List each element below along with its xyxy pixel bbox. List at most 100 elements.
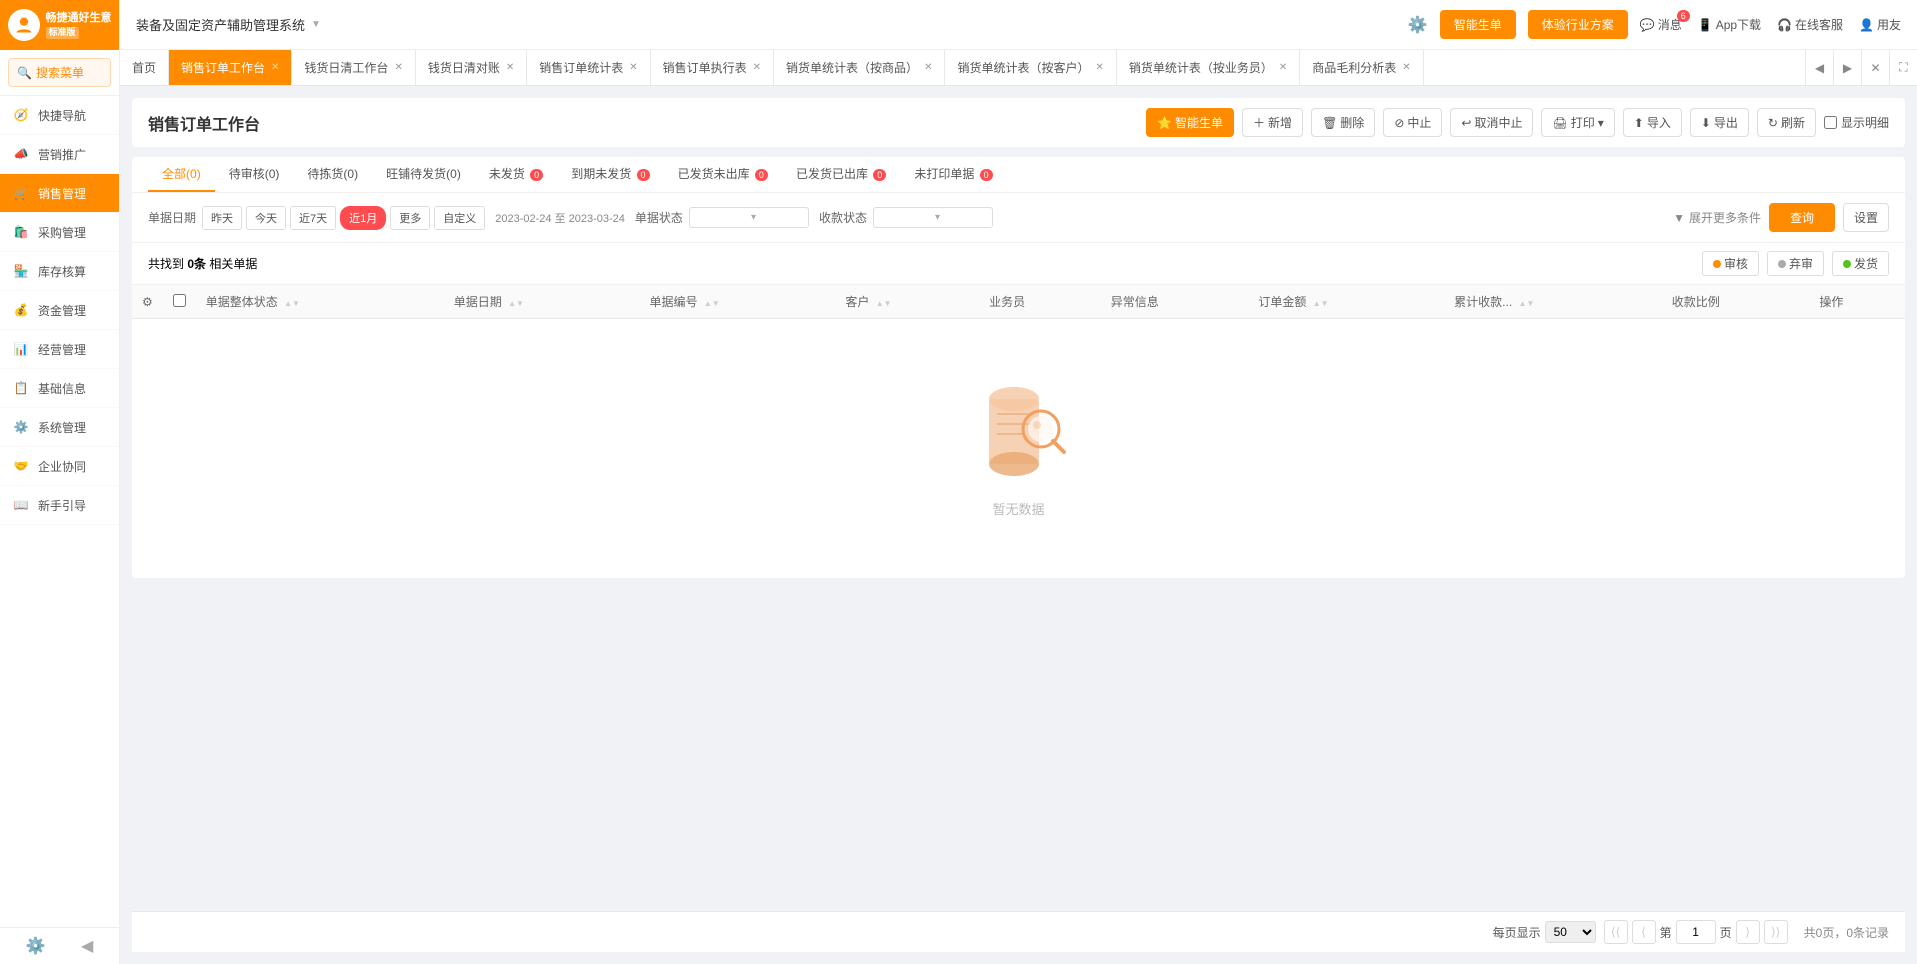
th-ratio[interactable]: 收款比例: [1662, 285, 1810, 319]
tab-close-icon[interactable]: ✕: [506, 62, 514, 73]
filter-tab-shipped-out[interactable]: 已发货已出库 0: [782, 157, 900, 192]
tab-cash-reconcile[interactable]: 钱货日清对账 ✕: [416, 50, 527, 86]
print-button[interactable]: 🖨 打印 ▾: [1541, 108, 1614, 137]
solution-button[interactable]: 智能生单: [1440, 10, 1516, 39]
date-yesterday-btn[interactable]: 昨天: [202, 206, 242, 230]
app-download-button[interactable]: 📱 App下载: [1698, 16, 1761, 33]
tab-scroll-left-button[interactable]: ◀: [1805, 50, 1833, 86]
show-detail-checkbox[interactable]: 显示明细: [1824, 114, 1889, 131]
refresh-button[interactable]: ↻ 刷新: [1757, 108, 1816, 137]
th-date[interactable]: 单据日期 ▲▼: [444, 285, 640, 319]
filter-tab-pending-pick[interactable]: 待拣货(0): [293, 157, 372, 192]
add-button[interactable]: ＋ 新增: [1242, 108, 1303, 137]
search-menu-label: 搜索菜单: [36, 64, 84, 81]
filter-tab-all[interactable]: 全部(0): [148, 157, 215, 192]
user-button[interactable]: 👤 用友: [1859, 16, 1901, 33]
filter-tab-pending-review[interactable]: 待审核(0): [215, 157, 294, 192]
sidebar-item-finance[interactable]: 💰 资金管理: [0, 291, 119, 330]
tab-close-icon[interactable]: ✕: [629, 62, 637, 73]
th-number[interactable]: 单据编号 ▲▼: [640, 285, 836, 319]
delete-button[interactable]: 🗑 删除: [1311, 108, 1375, 137]
experience-solution-button[interactable]: 体验行业方案: [1528, 10, 1628, 39]
tab-close-icon[interactable]: ✕: [1402, 62, 1410, 73]
expand-conditions-button[interactable]: ▼ 展开更多条件: [1673, 209, 1761, 226]
query-button[interactable]: 查询: [1769, 203, 1835, 232]
settings-bottom-icon[interactable]: ⚙️: [26, 936, 46, 956]
show-detail-input[interactable]: [1824, 116, 1837, 129]
cancel-stop-button[interactable]: ↩ 取消中止: [1450, 108, 1533, 137]
sidebar-item-system[interactable]: ⚙️ 系统管理: [0, 408, 119, 447]
select-all-checkbox[interactable]: [173, 294, 186, 307]
system-dropdown-arrow[interactable]: ▼: [311, 19, 321, 30]
collapse-icon[interactable]: ◀: [81, 936, 93, 956]
settings-query-button[interactable]: 设置: [1843, 203, 1889, 232]
import-icon: ⬆: [1634, 116, 1644, 130]
per-page-select[interactable]: 10 20 50 100: [1545, 921, 1596, 943]
th-settings[interactable]: ⚙: [132, 285, 163, 319]
tab-close-icon[interactable]: ✕: [753, 62, 761, 73]
tab-sales-by-product[interactable]: 销货单统计表（按商品） ✕: [774, 50, 945, 86]
import-button[interactable]: ⬆ 导入: [1623, 108, 1682, 137]
th-amount[interactable]: 订单金额 ▲▼: [1248, 285, 1444, 319]
cancel-audit-button[interactable]: 弃审: [1767, 251, 1824, 276]
sidebar-item-operations[interactable]: 📊 经营管理: [0, 330, 119, 369]
page-number-input[interactable]: [1676, 920, 1716, 944]
tab-home[interactable]: 首页: [120, 50, 169, 86]
smart-create-button[interactable]: ⭐ 智能生单: [1146, 108, 1234, 137]
tab-close-icon[interactable]: ✕: [1095, 62, 1103, 73]
status-select[interactable]: ▾: [689, 207, 809, 228]
sidebar-item-purchase[interactable]: 🛍️ 采购管理: [0, 213, 119, 252]
th-salesperson[interactable]: 业务员: [979, 285, 1101, 319]
message-button[interactable]: 💬 消息 6: [1640, 16, 1682, 33]
date-1month-btn[interactable]: 近1月: [340, 206, 386, 230]
date-today-btn[interactable]: 今天: [246, 206, 286, 230]
date-more-btn[interactable]: 更多: [390, 206, 430, 230]
audit-button[interactable]: 审核: [1702, 251, 1759, 276]
tab-sales-exec[interactable]: 销售订单执行表 ✕: [651, 50, 774, 86]
topbar-settings-icon[interactable]: ⚙️: [1408, 15, 1428, 35]
sidebar-item-inventory[interactable]: 🏪 库存核算: [0, 252, 119, 291]
filter-tab-unshipped[interactable]: 未发货 0: [475, 157, 557, 192]
date-custom-btn[interactable]: 自定义: [434, 206, 485, 230]
tab-close-icon[interactable]: ✕: [394, 62, 402, 73]
tab-margin-analysis[interactable]: 商品毛利分析表 ✕: [1300, 50, 1423, 86]
filter-tab-shipped-not-out[interactable]: 已发货未出库 0: [664, 157, 782, 192]
tab-close-icon[interactable]: ✕: [924, 62, 932, 73]
tab-cash-daily-workbench[interactable]: 钱货日清工作台 ✕: [292, 50, 415, 86]
tab-sales-stat[interactable]: 销售订单统计表 ✕: [527, 50, 650, 86]
th-customer[interactable]: 客户 ▲▼: [835, 285, 979, 319]
first-page-button[interactable]: ⟨⟨: [1604, 920, 1628, 944]
tab-close-icon[interactable]: ✕: [271, 62, 279, 73]
stop-button[interactable]: ⊘ 中止: [1383, 108, 1442, 137]
date-7days-btn[interactable]: 近7天: [290, 206, 336, 230]
sidebar-item-marketing[interactable]: 📣 营销推广: [0, 135, 119, 174]
prev-page-button[interactable]: ⟨: [1632, 920, 1656, 944]
th-operation[interactable]: 操作: [1809, 285, 1905, 319]
tab-scroll-right-button[interactable]: ▶: [1833, 50, 1861, 86]
tab-close-icon[interactable]: ✕: [1279, 62, 1287, 73]
th-overall-status[interactable]: 单据整体状态 ▲▼: [196, 285, 444, 319]
online-service-button[interactable]: 🎧 在线客服: [1777, 16, 1843, 33]
search-menu-button[interactable]: 🔍 搜索菜单: [8, 58, 111, 87]
filter-tab-unprinted[interactable]: 未打印单据 0: [900, 157, 1006, 192]
tab-sales-order-workbench[interactable]: 销售订单工作台 ✕: [169, 50, 292, 86]
filter-tab-overdue-unshipped[interactable]: 到期未发货 0: [557, 157, 663, 192]
ship-button[interactable]: 发货: [1832, 251, 1889, 276]
th-cumulative[interactable]: 累计收款... ▲▼: [1444, 285, 1662, 319]
tab-close-current-button[interactable]: ✕: [1861, 50, 1889, 86]
filter-tab-shop-pending-ship[interactable]: 旺铺待发货(0): [372, 157, 475, 192]
tab-sales-by-salesperson[interactable]: 销货单统计表（按业务员） ✕: [1117, 50, 1300, 86]
th-exception[interactable]: 异常信息: [1101, 285, 1249, 319]
sidebar-item-guide[interactable]: 📖 新手引导: [0, 486, 119, 525]
sidebar-item-collab[interactable]: 🤝 企业协同: [0, 447, 119, 486]
sidebar-item-basic-info[interactable]: 📋 基础信息: [0, 369, 119, 408]
last-page-button[interactable]: ⟩⟩: [1764, 920, 1788, 944]
next-page-button[interactable]: ⟩: [1736, 920, 1760, 944]
export-button[interactable]: ⬇ 导出: [1690, 108, 1749, 137]
th-checkbox[interactable]: [163, 285, 196, 319]
tab-sales-by-customer[interactable]: 销货单统计表（按客户） ✕: [945, 50, 1116, 86]
tab-maximize-button[interactable]: ⛶: [1889, 50, 1917, 86]
sidebar-item-sales[interactable]: 🛒 销售管理: [0, 174, 119, 213]
sidebar-item-quick-nav[interactable]: 🧭 快捷导航: [0, 96, 119, 135]
payment-select[interactable]: ▾: [873, 207, 993, 228]
